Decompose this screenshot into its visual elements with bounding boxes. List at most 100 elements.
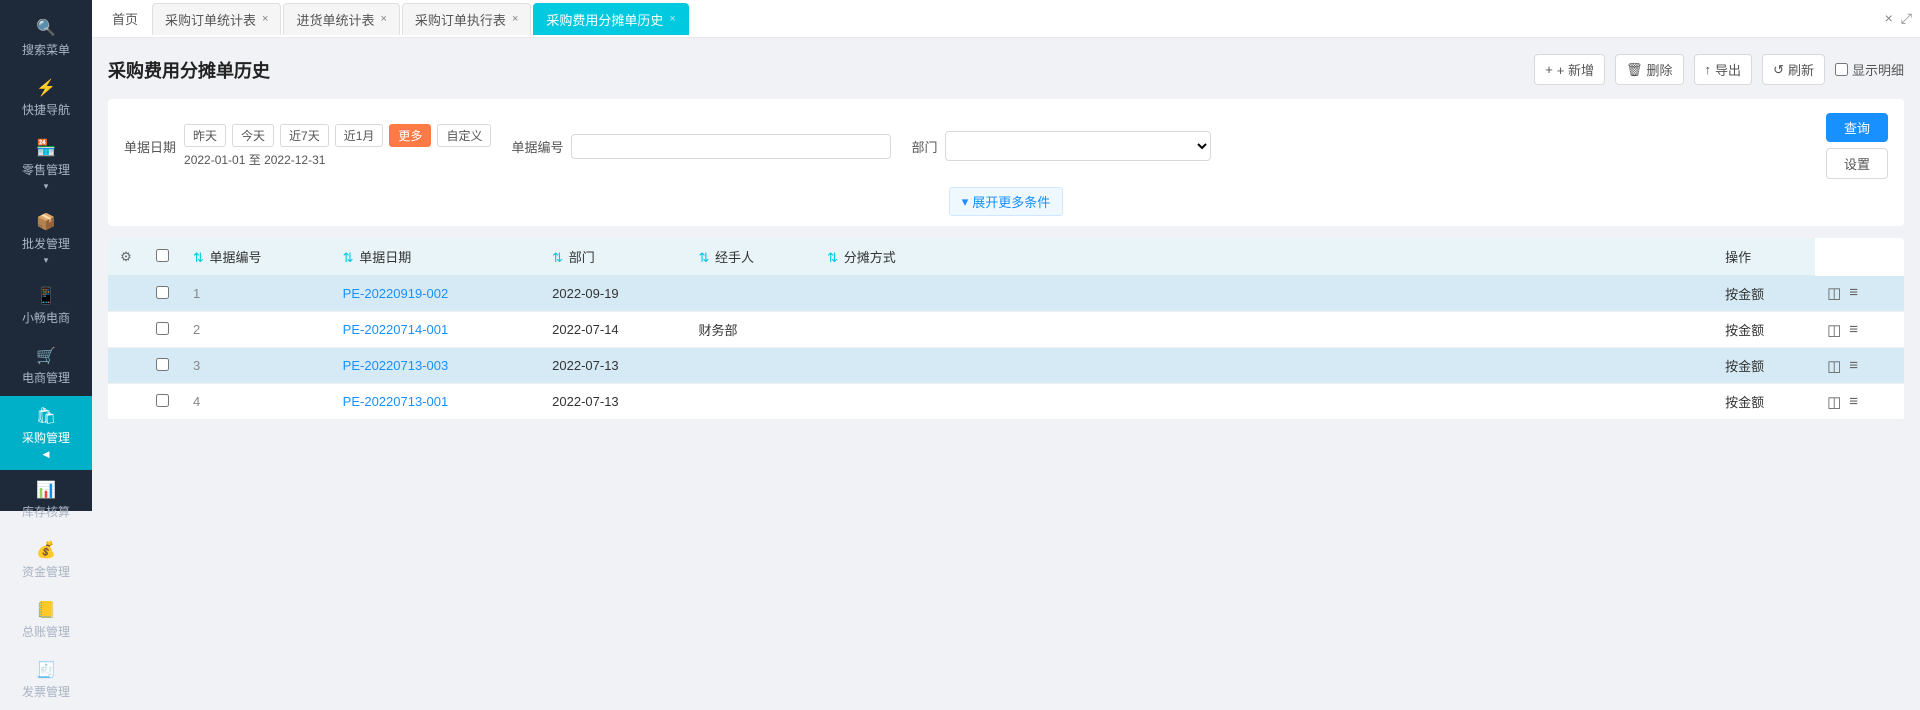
quick-icon: ⚡ <box>36 78 56 98</box>
sort-icon: ⇅ <box>343 250 354 265</box>
sidebar-item-ecom[interactable]: 🛒 电商管理 <box>0 336 92 396</box>
select-all-checkbox[interactable] <box>156 249 169 262</box>
active-indicator: ◀ <box>43 449 50 460</box>
sidebar-item-label: 快捷导航 <box>22 101 70 118</box>
query-button[interactable]: 查询 <box>1826 113 1888 142</box>
date-btn-today[interactable]: 今天 <box>232 124 274 147</box>
ledger-icon: 📒 <box>36 600 56 620</box>
filter-area: 单据日期 昨天 今天 近7天 近1月 更多 自定义 2022-01-01 至 2… <box>108 99 1904 226</box>
tab-purchase-cost-history[interactable]: 采购费用分摊单历史 × <box>533 3 688 35</box>
inventory-icon: 📊 <box>36 480 56 500</box>
td-settings <box>108 276 144 312</box>
sidebar-item-label: 采购管理 <box>22 429 70 446</box>
detail-icon[interactable]: ≡ <box>1849 321 1858 339</box>
retail-icon: 🏪 <box>36 138 56 158</box>
td-ops: ◫ ≡ <box>1815 276 1904 312</box>
sidebar-item-search[interactable]: 🔍 搜索菜单 <box>0 8 92 68</box>
expand-filter-button[interactable]: ▾ 展开更多条件 <box>949 187 1064 216</box>
table-row: 2 PE-20220714-001 2022-07-14 财务部 按金额 ◫ ≡ <box>108 312 1904 348</box>
sidebar-item-wholesale[interactable]: 📦 批发管理 ▾ <box>0 202 92 276</box>
view-icon[interactable]: ◫ <box>1827 357 1841 375</box>
display-toggle[interactable]: 显示明细 <box>1835 60 1904 79</box>
query-buttons: 查询 设置 <box>1826 113 1888 179</box>
delete-icon: 🗑 <box>1626 62 1643 78</box>
detail-icon[interactable]: ≡ <box>1849 393 1858 411</box>
td-date: 2022-09-19 <box>540 276 686 312</box>
td-date: 2022-07-13 <box>540 384 686 420</box>
dept-label: 部门 <box>911 137 937 156</box>
view-icon[interactable]: ◫ <box>1827 321 1841 339</box>
add-icon: + <box>1545 62 1553 77</box>
date-btn-yesterday[interactable]: 昨天 <box>184 124 226 147</box>
sidebar-item-quick[interactable]: ⚡ 快捷导航 <box>0 68 92 128</box>
view-icon[interactable]: ◫ <box>1827 393 1841 411</box>
row-checkbox[interactable] <box>156 322 169 335</box>
sidebar-item-inventory[interactable]: 📊 库存核算 <box>0 470 92 530</box>
gear-icon[interactable]: ⚙ <box>120 249 132 264</box>
close-icon[interactable]: × <box>669 13 675 25</box>
sidebar-item-ledger[interactable]: 📒 总账管理 <box>0 590 92 650</box>
td-order-num[interactable]: PE-20220713-003 <box>331 348 540 384</box>
sidebar-item-invoice[interactable]: 🧾 发票管理 <box>0 650 92 710</box>
date-btn-7days[interactable]: 近7天 <box>280 124 329 147</box>
view-icon[interactable]: ◫ <box>1827 284 1841 302</box>
sidebar-item-purchase[interactable]: 🛍 采购管理 ◀ <box>0 396 92 470</box>
td-settings <box>108 384 144 420</box>
row-checkbox[interactable] <box>156 286 169 299</box>
sidebar-item-retail[interactable]: 🏪 零售管理 ▾ <box>0 128 92 202</box>
date-btn-1month[interactable]: 近1月 <box>335 124 384 147</box>
date-btn-custom[interactable]: 自定义 <box>437 124 491 147</box>
sidebar-item-finance[interactable]: 💰 资金管理 <box>0 530 92 590</box>
tab-purchase-exec[interactable]: 采购订单执行表 × <box>402 3 531 35</box>
delete-button[interactable]: 🗑 删除 <box>1615 54 1684 85</box>
close-icon[interactable]: × <box>262 13 268 25</box>
date-btn-more[interactable]: 更多 <box>389 124 431 147</box>
sidebar-item-label: 小畅电商 <box>22 309 70 326</box>
close-window-icon[interactable]: × <box>1885 10 1893 27</box>
close-icon[interactable]: × <box>512 13 518 25</box>
sidebar-item-ecom-mini[interactable]: 📱 小畅电商 <box>0 276 92 336</box>
td-rownum: 4 <box>181 384 331 420</box>
td-method: 按金额 <box>1713 384 1815 420</box>
date-filter-label: 单据日期 <box>124 137 176 156</box>
ecom-mini-icon: 📱 <box>36 286 56 306</box>
td-rownum: 3 <box>181 348 331 384</box>
sidebar: 🔍 搜索菜单 ⚡ 快捷导航 🏪 零售管理 ▾ 📦 批发管理 ▾ 📱 小畅电商 🛒… <box>0 0 92 511</box>
detail-icon[interactable]: ≡ <box>1849 357 1858 375</box>
td-order-num[interactable]: PE-20220713-001 <box>331 384 540 420</box>
td-settings <box>108 348 144 384</box>
td-method: 按金额 <box>1713 276 1815 312</box>
header-actions: + + 新增 🗑 删除 ↑ 导出 ↺ 刷新 <box>1534 54 1904 85</box>
settings-button[interactable]: 设置 <box>1826 148 1888 179</box>
refresh-button[interactable]: ↺ 刷新 <box>1762 54 1825 85</box>
row-checkbox[interactable] <box>156 358 169 371</box>
date-filter-options: 昨天 今天 近7天 近1月 更多 自定义 2022-01-01 至 2022-1… <box>184 124 491 168</box>
sort-icon: ⇅ <box>193 250 204 265</box>
order-num-input[interactable] <box>571 134 891 159</box>
detail-icon[interactable]: ≡ <box>1849 284 1858 302</box>
add-button[interactable]: + + 新增 <box>1534 54 1605 85</box>
export-button[interactable]: ↑ 导出 <box>1694 54 1753 85</box>
td-handler <box>815 276 1713 312</box>
refresh-icon: ↺ <box>1773 62 1784 78</box>
td-date: 2022-07-13 <box>540 348 686 384</box>
td-checkbox <box>144 384 181 420</box>
dept-select[interactable] <box>945 131 1211 161</box>
maximize-window-icon[interactable]: ⤢ <box>1901 10 1912 27</box>
purchase-icon: 🛍 <box>36 406 56 426</box>
display-checkbox[interactable] <box>1835 63 1848 76</box>
tab-home[interactable]: 首页 <box>100 9 150 28</box>
td-rownum: 1 <box>181 276 331 312</box>
sidebar-item-label: 搜索菜单 <box>22 41 70 58</box>
close-icon[interactable]: × <box>380 13 386 25</box>
page-title: 采购费用分摊单历史 <box>108 57 270 83</box>
td-order-num[interactable]: PE-20220919-002 <box>331 276 540 312</box>
tab-incoming-stats[interactable]: 进货单统计表 × <box>283 3 399 35</box>
main-area: 首页 采购订单统计表 × 进货单统计表 × 采购订单执行表 × 采购费用分摊单历… <box>92 0 1920 511</box>
tab-purchase-order-stats[interactable]: 采购订单统计表 × <box>152 3 281 35</box>
row-checkbox[interactable] <box>156 394 169 407</box>
td-method: 按金额 <box>1713 312 1815 348</box>
td-handler <box>815 312 1713 348</box>
chevron-icon: ▾ <box>44 181 49 192</box>
td-order-num[interactable]: PE-20220714-001 <box>331 312 540 348</box>
